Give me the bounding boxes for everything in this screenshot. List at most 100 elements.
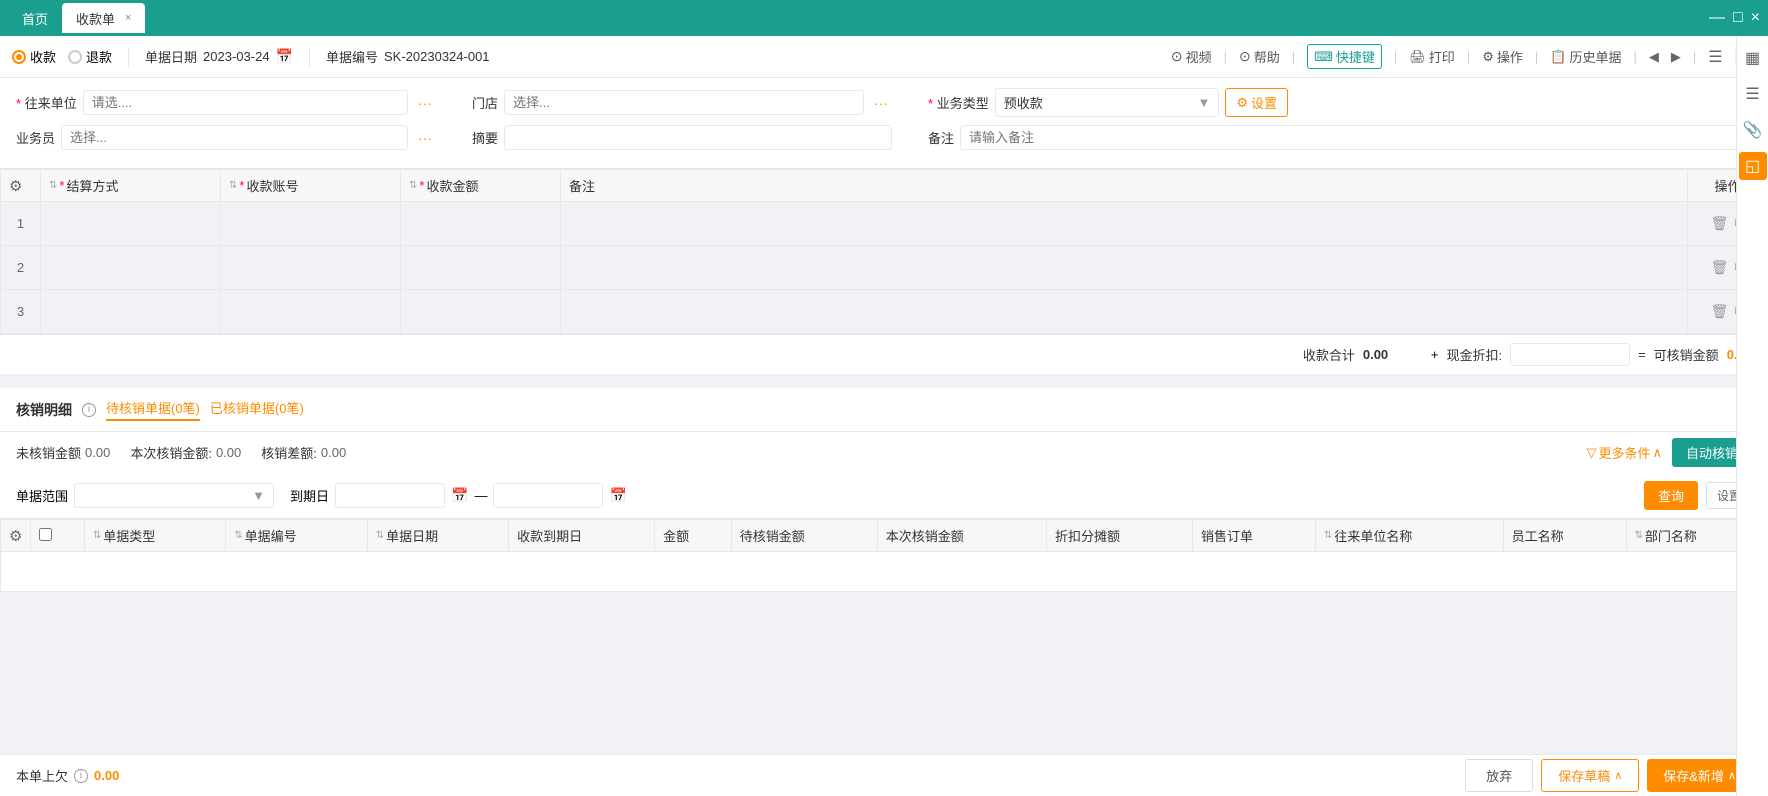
remark-cell-3[interactable]: [561, 290, 1688, 334]
range-chevron-icon: ▼: [252, 488, 265, 503]
shortcut-icon: ⌨: [1314, 49, 1333, 65]
partner-field: * 往来单位 ···: [16, 90, 436, 115]
history-btn[interactable]: 📋 历史单据: [1550, 47, 1621, 66]
video-btn[interactable]: ⊙ 视频: [1171, 47, 1212, 66]
nav-next-icon[interactable]: ▶: [1671, 49, 1681, 65]
amount-cell-2[interactable]: [401, 246, 561, 290]
shop-input[interactable]: [504, 90, 864, 115]
sidebar-list-icon[interactable]: ☰: [1739, 80, 1767, 108]
divider-2: [309, 47, 310, 67]
remark-input[interactable]: [960, 125, 1752, 150]
available-label: 可核销金额: [1654, 345, 1719, 364]
receipt-table-container: ⚙ ⇅ * 结算方式 ⇅ * 收款账号: [0, 169, 1768, 334]
shop-field: 门店 ···: [472, 90, 892, 115]
help-btn[interactable]: ⊙ 帮助: [1239, 47, 1280, 66]
table-row: 3 🗑 ⧉: [1, 290, 1768, 334]
tab-close-icon[interactable]: ×: [125, 12, 131, 24]
delete-row-1-icon[interactable]: 🗑: [1711, 215, 1729, 232]
biz-type-field: * 业务类型 预收款 ▼ ⚙ 设置: [928, 88, 1288, 117]
sidebar-table-icon[interactable]: ▦: [1739, 44, 1767, 72]
select-all-checkbox[interactable]: [39, 528, 52, 541]
sidebar-expand-icon[interactable]: ◱: [1739, 152, 1767, 180]
info-icon[interactable]: i: [82, 403, 96, 417]
layout-list-icon[interactable]: ☰: [1708, 47, 1722, 67]
delete-row-3-icon[interactable]: 🗑: [1711, 303, 1729, 320]
bottom-label: 本单上欠: [16, 766, 68, 785]
settings-button[interactable]: ⚙ 设置: [1225, 88, 1288, 117]
discard-button[interactable]: 放弃: [1465, 759, 1533, 792]
account-cell-1[interactable]: [221, 202, 401, 246]
account-cell-3[interactable]: [221, 290, 401, 334]
window-max-icon[interactable]: □: [1733, 9, 1743, 27]
range-select[interactable]: ▼: [74, 483, 274, 508]
remark-cell-2[interactable]: [561, 246, 1688, 290]
form-row-1: * 往来单位 ··· 门店 ··· * 业务类型 预收款 ▼ ⚙ 设置: [16, 88, 1752, 117]
tab-receipt[interactable]: 收款单 ×: [62, 3, 145, 33]
th-discount: 折扣分摊额: [1046, 520, 1192, 552]
tab-done[interactable]: 已核销单据(0笔): [210, 398, 304, 421]
number-field: 单据编号 SK-20230324-001: [326, 47, 490, 66]
nav-prev-icon[interactable]: ◀: [1649, 49, 1659, 65]
window-min-icon[interactable]: —: [1709, 9, 1725, 27]
shop-more-icon[interactable]: ···: [870, 95, 892, 111]
divider-1: [128, 47, 129, 67]
video-icon: ⊙: [1171, 48, 1183, 65]
th-current-amount: 本次核销金额: [877, 520, 1046, 552]
partner-input[interactable]: [83, 90, 408, 115]
account-cell-2[interactable]: [221, 246, 401, 290]
settle-cell-1[interactable]: [41, 202, 221, 246]
th-sales-order: 销售订单: [1193, 520, 1316, 552]
radio-receipt[interactable]: 收款: [12, 47, 56, 66]
empty-row: [1, 552, 1768, 592]
date-from-input[interactable]: 2022-04-01: [335, 483, 445, 508]
row-num-2: 2: [1, 246, 41, 290]
save-new-chevron-icon: ∧: [1728, 769, 1736, 782]
toolbar: 收款 退款 单据日期 2023-03-24 📅 单据编号 SK-20230324…: [0, 36, 1768, 78]
date-to-calendar-icon[interactable]: 📅: [609, 487, 626, 504]
th-staff: 员工名称: [1503, 520, 1626, 552]
row-num-1: 1: [1, 202, 41, 246]
date-from-calendar-icon[interactable]: 📅: [451, 487, 468, 504]
partner-more-icon[interactable]: ···: [414, 95, 436, 111]
right-sidebar: ▦ ☰ 📎 ◱: [1736, 36, 1768, 796]
staff-more-icon[interactable]: ···: [414, 130, 436, 146]
remark-label: 备注: [928, 128, 954, 147]
biz-type-select[interactable]: 预收款 ▼: [995, 88, 1220, 117]
tab-bar: 首页 收款单 × — □ ×: [0, 0, 1768, 36]
delete-row-2-icon[interactable]: 🗑: [1711, 259, 1729, 276]
total-value: 0.00: [1363, 347, 1423, 362]
row-num-3: 3: [1, 290, 41, 334]
settle-cell-2[interactable]: [41, 246, 221, 290]
sidebar-attachment-icon[interactable]: 📎: [1739, 116, 1767, 144]
date-to-input[interactable]: 2022-04-12: [493, 483, 603, 508]
info-circle-bottom[interactable]: i: [74, 769, 88, 783]
tab-pending[interactable]: 待核销单据(0笔): [106, 398, 200, 421]
print-btn[interactable]: 🖨 打印: [1409, 47, 1455, 66]
shortcut-btn[interactable]: ⌨ 快捷键: [1307, 44, 1382, 69]
window-close-icon[interactable]: ×: [1751, 9, 1760, 27]
staff-input[interactable]: [61, 125, 408, 150]
summary-input[interactable]: [504, 125, 892, 150]
current-item: 本次核销金额: 0.00: [130, 443, 241, 462]
discount-input[interactable]: [1510, 343, 1630, 366]
summary-label: 摘要: [472, 128, 498, 147]
remark-cell-1[interactable]: [561, 202, 1688, 246]
save-draft-button[interactable]: 保存草稿 ∧: [1541, 759, 1639, 792]
query-button[interactable]: 查询: [1644, 481, 1698, 510]
gear-icon-bottom[interactable]: ⚙: [9, 528, 22, 545]
more-conditions-btn[interactable]: ▽ 更多条件 ∧: [1586, 443, 1662, 462]
calendar-icon[interactable]: 📅: [276, 48, 293, 65]
tab-home[interactable]: 首页: [8, 3, 62, 33]
amount-cell-1[interactable]: [401, 202, 561, 246]
radio-refund[interactable]: 退款: [68, 47, 112, 66]
table-settings-icon[interactable]: ⚙: [9, 178, 22, 195]
print-icon: 🖨: [1409, 49, 1426, 65]
partner-label: * 往来单位: [16, 93, 77, 112]
settle-cell-3[interactable]: [41, 290, 221, 334]
shop-label: 门店: [472, 93, 498, 112]
verification-table-container: ⚙ ⇅ 单据类型 ⇅ 单据编号: [0, 519, 1768, 592]
amount-cell-3[interactable]: [401, 290, 561, 334]
operation-btn[interactable]: ⚙ 操作: [1482, 47, 1523, 66]
th-partner: ⇅ 往来单位名称: [1315, 520, 1503, 552]
discount-label: 现金折扣:: [1446, 345, 1502, 364]
